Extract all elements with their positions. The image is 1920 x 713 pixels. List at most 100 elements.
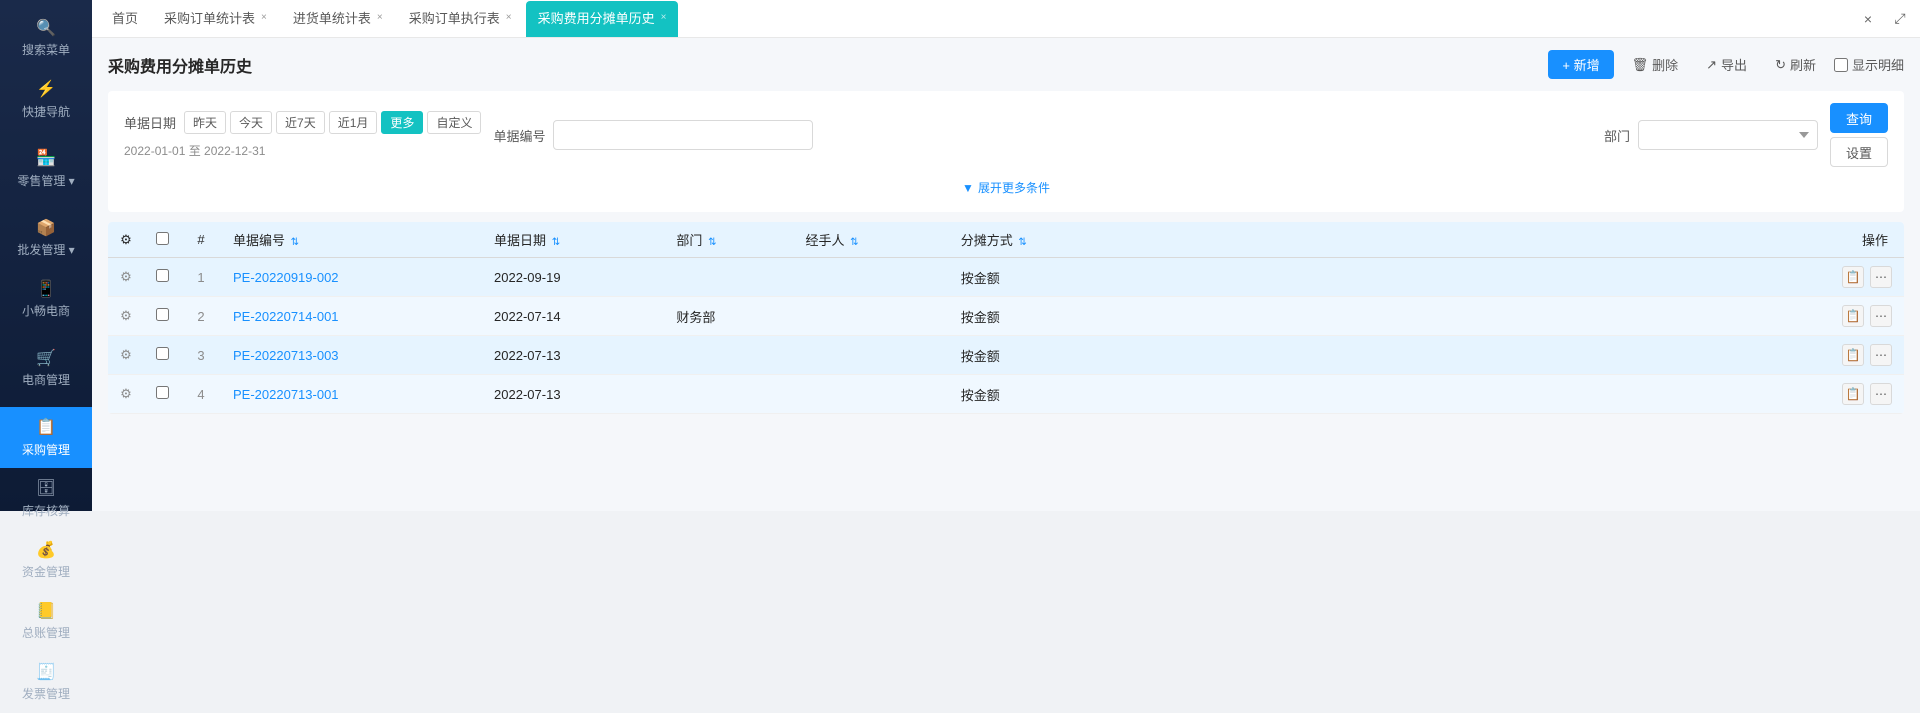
finance-icon: 💰: [4, 540, 88, 562]
sidebar-item-search[interactable]: 🔍搜索菜单: [0, 8, 92, 69]
doc-link-3[interactable]: PE-20220713-001: [233, 387, 339, 402]
filter-area: 单据日期 昨天 今天 近7天 近1月 更多 自定义 2022-01-01 至 2…: [108, 91, 1904, 212]
retail-icon: 🏪: [4, 148, 88, 170]
more-btn-0[interactable]: ⋯: [1870, 266, 1892, 288]
query-button[interactable]: 查询: [1830, 103, 1888, 133]
add-button[interactable]: + 新增: [1548, 50, 1613, 79]
row-checkbox-0[interactable]: [144, 258, 181, 297]
date-today-btn[interactable]: 今天: [230, 111, 272, 134]
row-gear-3[interactable]: ⚙: [108, 375, 144, 414]
view-btn-3[interactable]: 📋: [1842, 383, 1864, 405]
row-date-1: 2022-07-14: [482, 297, 664, 336]
tab-inbound-stats[interactable]: 进货单统计表 ×: [281, 1, 395, 37]
close-tab-purchase-order-exec-icon[interactable]: ×: [506, 12, 512, 23]
row-num-2: 3: [181, 336, 221, 375]
sidebar-item-purchase[interactable]: 📋采购管理: [0, 407, 92, 468]
sidebar-item-ecom[interactable]: 🛒电商管理: [0, 338, 92, 399]
close-tab-purchase-order-stats-icon[interactable]: ×: [261, 12, 267, 23]
doc-link-0[interactable]: PE-20220919-002: [233, 270, 339, 285]
date-1month-btn[interactable]: 近1月: [329, 111, 378, 134]
row-checkbox-1[interactable]: [144, 297, 181, 336]
col-handler-header[interactable]: 经手人 ⇅: [793, 222, 948, 258]
row-dept-2: [664, 336, 793, 375]
show-cols-label[interactable]: 显示明细: [1834, 55, 1904, 74]
row-checkbox-2[interactable]: [144, 336, 181, 375]
row-actions-0: 📋 ⋯: [1755, 258, 1904, 297]
row-docno-2: PE-20220713-003: [221, 336, 482, 375]
doc-link-2[interactable]: PE-20220713-003: [233, 348, 339, 363]
refresh-button[interactable]: ↻ 刷新: [1765, 51, 1826, 78]
more-btn-3[interactable]: ⋯: [1870, 383, 1892, 405]
close-tab-purchase-cost-history-icon[interactable]: ×: [661, 12, 667, 23]
tab-purchase-cost-history[interactable]: 采购费用分摊单历史 ×: [526, 1, 679, 37]
show-cols-checkbox[interactable]: [1834, 58, 1848, 72]
expand-more-button[interactable]: ▼ 展开更多条件: [962, 179, 1050, 196]
view-btn-1[interactable]: 📋: [1842, 305, 1864, 327]
sidebar-item-inventory[interactable]: 🗄库存核算: [0, 468, 92, 529]
sidebar-item-label: 批发管理 ▾: [17, 243, 74, 257]
expand-more-section: ▼ 展开更多条件: [124, 175, 1888, 200]
tab-label-purchase-cost-history: 采购费用分摊单历史: [538, 8, 655, 27]
toolbar: + 新增 🗑 删除 ↗ 导出 ↻ 刷新 显示明细: [1548, 50, 1904, 79]
shortcut-icon: ⚡: [4, 79, 88, 101]
col-settings-header[interactable]: ⚙: [108, 222, 144, 258]
doc-no-filter-group: 单据编号: [493, 120, 1592, 150]
date-range-display: 2022-01-01 至 2022-12-31: [124, 142, 481, 159]
tab-home[interactable]: 首页: [100, 1, 150, 37]
view-btn-2[interactable]: 📋: [1842, 344, 1864, 366]
col-docno-header[interactable]: 单据编号 ⇅: [221, 222, 482, 258]
tabs-bar: 首页采购订单统计表 × 进货单统计表 × 采购订单执行表 × 采购费用分摊单历史 × × ⤢: [92, 0, 1920, 38]
close-all-tabs-button[interactable]: ×: [1856, 7, 1880, 31]
view-btn-0[interactable]: 📋: [1842, 266, 1864, 288]
sort-dept-icon: ⇅: [708, 237, 716, 248]
row-dept-3: [664, 375, 793, 414]
sidebar-item-finance[interactable]: 💰资金管理: [0, 530, 92, 591]
col-split-header[interactable]: 分摊方式 ⇅: [949, 222, 1755, 258]
sidebar-item-mini[interactable]: 📱小畅电商: [0, 269, 92, 330]
filter-settings-button[interactable]: 设置: [1830, 137, 1888, 167]
row-date-2: 2022-07-13: [482, 336, 664, 375]
sidebar-item-shortcut[interactable]: ⚡快捷导航: [0, 69, 92, 130]
tab-label-purchase-order-exec: 采购订单执行表: [409, 8, 500, 27]
select-all-checkbox[interactable]: [156, 232, 169, 245]
fullscreen-button[interactable]: ⤢: [1888, 7, 1912, 31]
export-button[interactable]: ↗ 导出: [1696, 51, 1757, 78]
tab-label-inbound-stats: 进货单统计表: [293, 8, 371, 27]
sidebar-item-label: 小畅电商: [22, 304, 70, 318]
col-dept-header[interactable]: 部门 ⇅: [664, 222, 793, 258]
close-tab-inbound-stats-icon[interactable]: ×: [377, 12, 383, 23]
row-date-3: 2022-07-13: [482, 375, 664, 414]
dept-select[interactable]: [1638, 120, 1818, 150]
date-7days-btn[interactable]: 近7天: [276, 111, 325, 134]
wholesale-icon: 📦: [4, 218, 88, 240]
sidebar-item-retail[interactable]: 🏪零售管理 ▾: [0, 138, 92, 199]
date-yesterday-btn[interactable]: 昨天: [184, 111, 226, 134]
tab-purchase-order-exec[interactable]: 采购订单执行表 ×: [397, 1, 524, 37]
tab-purchase-order-stats[interactable]: 采购订单统计表 ×: [152, 1, 279, 37]
date-custom-btn[interactable]: 自定义: [427, 111, 481, 134]
doc-no-input[interactable]: [553, 120, 813, 150]
more-btn-1[interactable]: ⋯: [1870, 305, 1892, 327]
row-gear-0[interactable]: ⚙: [108, 258, 144, 297]
doc-link-1[interactable]: PE-20220714-001: [233, 309, 339, 324]
more-btn-2[interactable]: ⋯: [1870, 344, 1892, 366]
inventory-icon: 🗄: [4, 478, 88, 500]
row-gear-1[interactable]: ⚙: [108, 297, 144, 336]
sidebar-item-ledger[interactable]: 📒总账管理: [0, 591, 92, 652]
date-more-btn[interactable]: 更多: [381, 111, 423, 134]
col-date-header[interactable]: 单据日期 ⇅: [482, 222, 664, 258]
page-content: 采购费用分摊单历史 + 新增 🗑 删除 ↗ 导出 ↻ 刷新 显示明细: [92, 38, 1920, 511]
row-actions-3: 📋 ⋯: [1755, 375, 1904, 414]
action-btns-1: 📋 ⋯: [1767, 305, 1892, 327]
data-table: ⚙ # 单据编号 ⇅ 单据日期 ⇅: [108, 222, 1904, 414]
tab-label-purchase-order-stats: 采购订单统计表: [164, 8, 255, 27]
row-gear-2[interactable]: ⚙: [108, 336, 144, 375]
action-btns-3: 📋 ⋯: [1767, 383, 1892, 405]
row-num-0: 1: [181, 258, 221, 297]
sidebar-item-invoice[interactable]: 🧾发票管理: [0, 652, 92, 713]
row-split-1: 按金额: [949, 297, 1755, 336]
row-checkbox-3[interactable]: [144, 375, 181, 414]
dept-label: 部门: [1604, 126, 1630, 145]
delete-button[interactable]: 🗑 删除: [1622, 51, 1689, 78]
sidebar-item-wholesale[interactable]: 📦 批发管理 ▾: [0, 208, 92, 269]
